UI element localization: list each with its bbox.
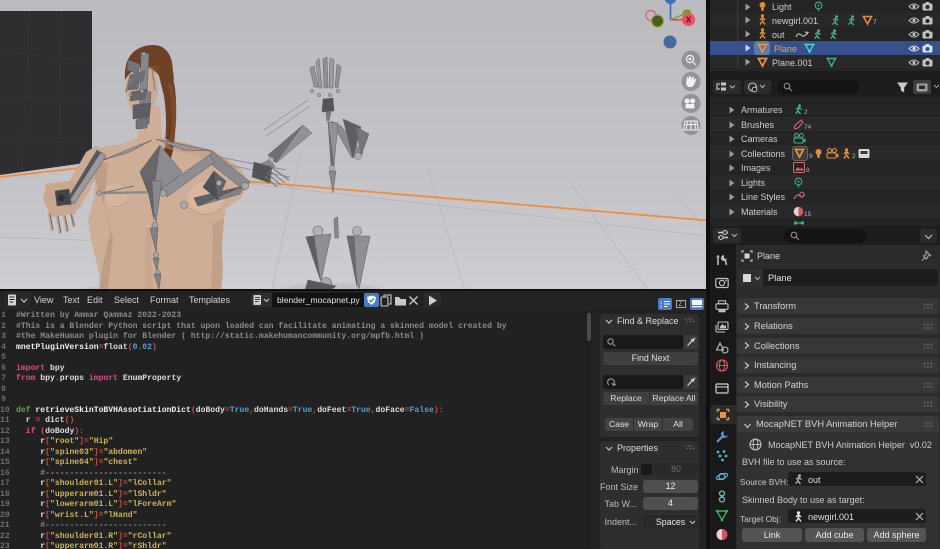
svg-text:2: 2 — [660, 304, 663, 308]
svg-text:X: X — [686, 16, 692, 25]
svg-text:Z: Z — [679, 302, 683, 308]
